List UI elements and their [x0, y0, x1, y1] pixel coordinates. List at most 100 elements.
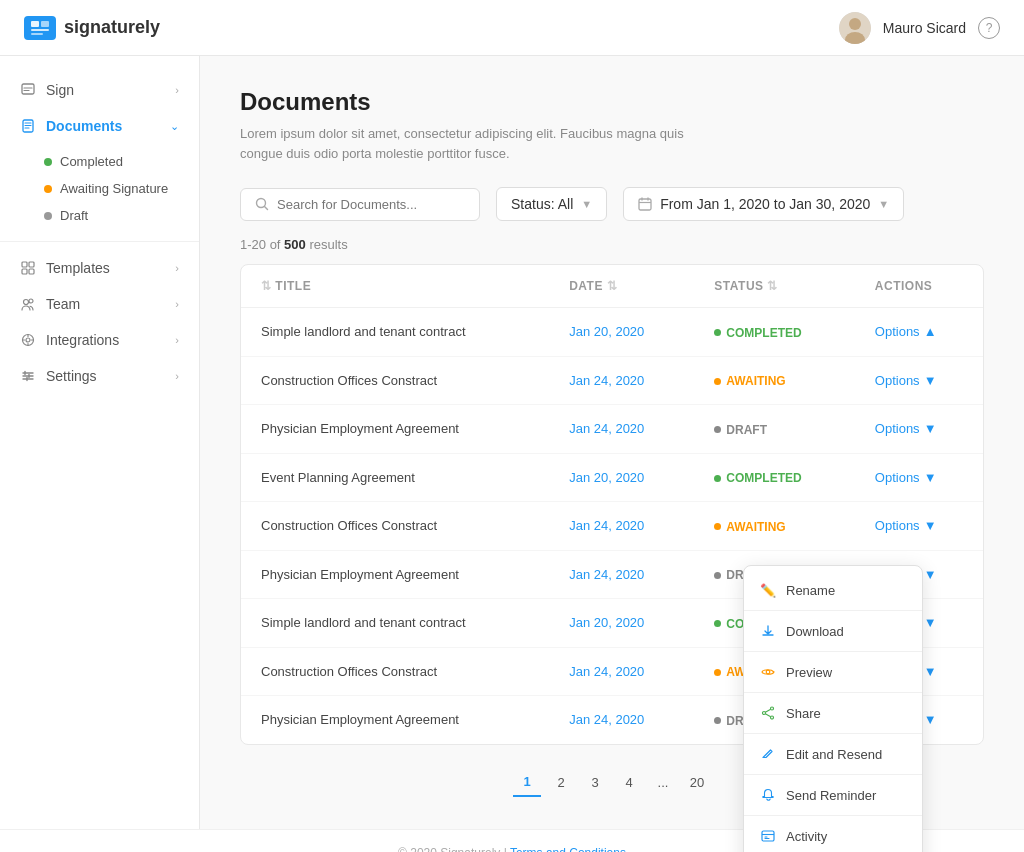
dropdown-item-rename[interactable]: ✏️ Rename: [744, 572, 922, 608]
options-button[interactable]: Options ▼: [875, 373, 937, 388]
sidebar-item-team[interactable]: Team ›: [0, 286, 199, 322]
cell-title: Event Planning Agreement: [241, 453, 549, 502]
options-chevron-up-icon: ▲: [924, 324, 937, 339]
templates-icon: [20, 260, 36, 276]
cell-title: Simple landlord and tenant contract: [241, 308, 549, 357]
page-btn-1[interactable]: 1: [513, 769, 541, 797]
status-dot-icon: [714, 329, 721, 336]
dropdown-item-preview[interactable]: Preview: [744, 654, 922, 690]
dropdown-divider-6: [744, 815, 922, 816]
sidebar-item-draft[interactable]: Draft: [44, 202, 199, 229]
options-button[interactable]: Options ▼: [875, 518, 937, 533]
svg-point-23: [771, 707, 774, 710]
table-row: Event Planning Agreement Jan 20, 2020 CO…: [241, 453, 983, 502]
cell-title: Construction Offices Constract: [241, 647, 549, 696]
dropdown-divider-3: [744, 692, 922, 693]
sidebar-item-settings[interactable]: Settings ›: [0, 358, 199, 394]
svg-rect-2: [31, 29, 49, 31]
search-input[interactable]: [277, 197, 457, 212]
page-btn-2[interactable]: 2: [547, 769, 575, 797]
cell-date: Jan 24, 2020: [549, 502, 694, 551]
documents-icon: [20, 118, 36, 134]
col-title: ⇅ TITLE: [241, 265, 549, 308]
options-chevron-down-icon: ▼: [924, 421, 937, 436]
sidebar-item-completed[interactable]: Completed: [44, 148, 199, 175]
sidebar-item-awaiting[interactable]: Awaiting Signature: [44, 175, 199, 202]
dropdown-item-share[interactable]: Share: [744, 695, 922, 731]
dropdown-item-download[interactable]: Download: [744, 613, 922, 649]
logo-icon: [24, 16, 56, 40]
cell-date: Jan 24, 2020: [549, 405, 694, 454]
status-dot-icon: [714, 426, 721, 433]
sidebar-item-sign[interactable]: Sign ›: [0, 72, 199, 108]
dropdown-item-reminder[interactable]: Send Reminder: [744, 777, 922, 813]
cell-date: Jan 20, 2020: [549, 599, 694, 648]
search-icon: [255, 197, 269, 211]
options-chevron-down-icon: ▼: [924, 518, 937, 533]
sort-icon-status: ⇅: [767, 279, 778, 293]
search-box[interactable]: [240, 188, 480, 221]
options-chevron-down-icon: ▼: [924, 373, 937, 388]
app-wrapper: signaturely Mauro Sicard ?: [0, 0, 1024, 852]
table-header: ⇅ TITLE DATE ⇅ STATUS ⇅ ACTIONS: [241, 265, 983, 308]
sidebar-item-templates[interactable]: Templates ›: [0, 250, 199, 286]
help-icon[interactable]: ?: [978, 17, 1000, 39]
cell-status: AWAITING: [694, 356, 854, 405]
options-chevron-down-icon: ▼: [924, 567, 937, 582]
dropdown-item-edit-resend[interactable]: Edit and Resend: [744, 736, 922, 772]
status-dot-icon: [714, 475, 721, 482]
user-name[interactable]: Mauro Sicard: [883, 20, 966, 36]
logo: signaturely: [24, 16, 160, 40]
cell-title: Construction Offices Constract: [241, 356, 549, 405]
documents-table-container: ⇅ TITLE DATE ⇅ STATUS ⇅ ACTIONS: [240, 264, 984, 745]
status-dropdown[interactable]: Status: All ▼: [496, 187, 607, 221]
sidebar-item-documents[interactable]: Documents ⌄: [0, 108, 199, 144]
page-btn-3[interactable]: 3: [581, 769, 609, 797]
completed-label: Completed: [60, 154, 123, 169]
share-icon: [760, 705, 776, 721]
status-dot-icon: [714, 572, 721, 579]
dropdown-divider-5: [744, 774, 922, 775]
templates-chevron-icon: ›: [175, 262, 179, 274]
sidebar-sign-label: Sign: [46, 82, 74, 98]
svg-rect-10: [29, 262, 34, 267]
page-btn-4[interactable]: 4: [615, 769, 643, 797]
cell-title: Physician Employment Agreement: [241, 696, 549, 744]
options-button[interactable]: Options ▲: [875, 324, 937, 339]
completed-dot-icon: [44, 158, 52, 166]
cell-date: Jan 24, 2020: [549, 647, 694, 696]
options-button[interactable]: Options ▼: [875, 421, 937, 436]
sidebar-item-integrations[interactable]: Integrations ›: [0, 322, 199, 358]
sidebar-divider: [0, 241, 199, 242]
cell-title: Physician Employment Agreement: [241, 405, 549, 454]
awaiting-label: Awaiting Signature: [60, 181, 168, 196]
cell-date: Jan 20, 2020: [549, 308, 694, 357]
page-title: Documents: [240, 88, 984, 116]
table-row: Construction Offices Constract Jan 24, 2…: [241, 356, 983, 405]
status-dot-icon: [714, 523, 721, 530]
status-dot-icon: [714, 717, 721, 724]
sidebar-settings-label: Settings: [46, 368, 97, 384]
dropdown-divider-2: [744, 651, 922, 652]
draft-dot-icon: [44, 212, 52, 220]
cell-title: Simple landlord and tenant contract: [241, 599, 549, 648]
table-row: Physician Employment Agreement Jan 24, 2…: [241, 405, 983, 454]
main-content: Documents Lorem ipsum dolor sit amet, co…: [200, 56, 1024, 829]
options-button[interactable]: Options ▼: [875, 470, 937, 485]
svg-rect-1: [41, 21, 49, 27]
footer-terms-link[interactable]: Terms and Conditions: [510, 846, 626, 853]
page-btn-20[interactable]: 20: [683, 769, 711, 797]
settings-chevron-icon: ›: [175, 370, 179, 382]
date-dropdown[interactable]: From Jan 1, 2020 to Jan 30, 2020 ▼: [623, 187, 904, 221]
dropdown-item-activity[interactable]: Activity: [744, 818, 922, 852]
svg-rect-21: [639, 199, 651, 210]
sidebar-team-label: Team: [46, 296, 80, 312]
svg-rect-12: [29, 269, 34, 274]
col-status: STATUS ⇅: [694, 265, 854, 308]
options-chevron-down-icon: ▼: [924, 664, 937, 679]
cell-actions: Options ▼: [855, 502, 983, 551]
status-dot-icon: [714, 669, 721, 676]
settings-icon: [20, 368, 36, 384]
svg-rect-9: [22, 262, 27, 267]
pencil-icon: ✏️: [760, 582, 776, 598]
